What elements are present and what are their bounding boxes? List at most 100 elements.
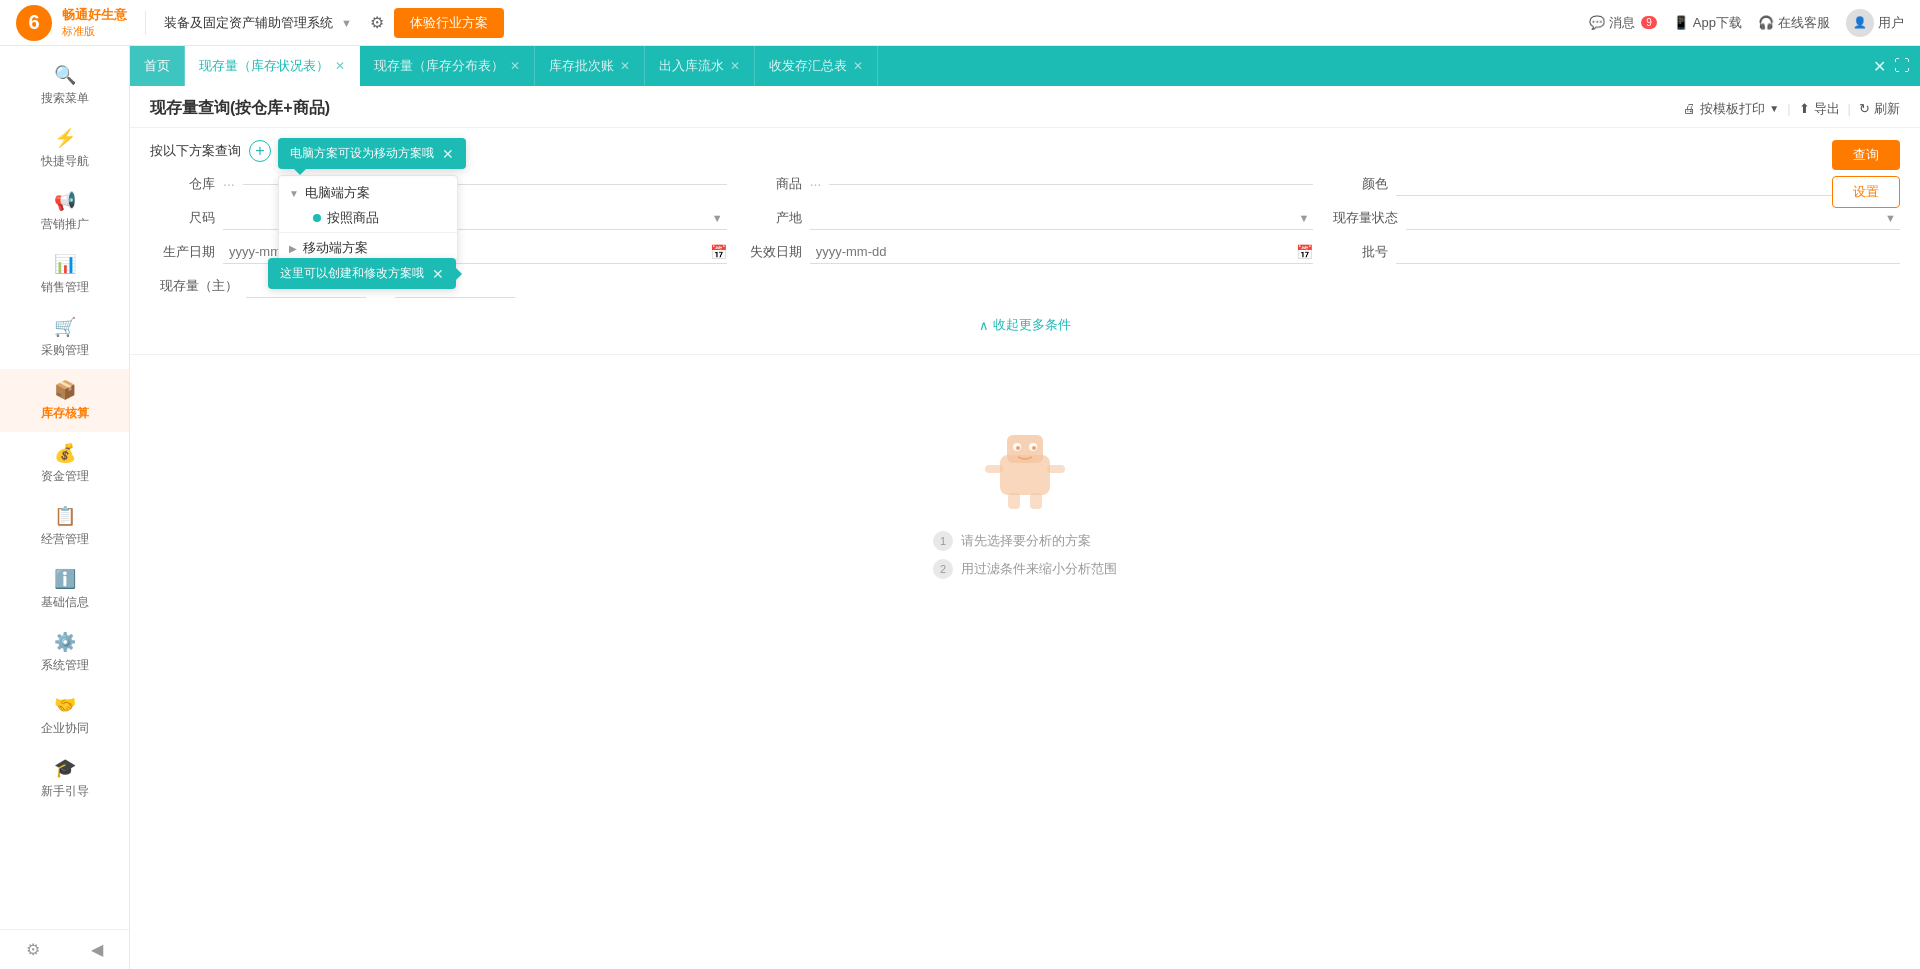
- system-selector[interactable]: 装备及固定资产辅助管理系统 ▼: [164, 14, 352, 32]
- filter-color: 颜色 ▼: [1333, 172, 1900, 196]
- marketing-icon: 📢: [54, 190, 76, 212]
- system-name: 装备及固定资产辅助管理系统: [164, 14, 333, 32]
- logo-name: 畅通好生意: [62, 7, 127, 24]
- warehouse-label: 仓库: [160, 175, 215, 193]
- inventory-icon: 📦: [54, 379, 76, 401]
- tooltip1-close[interactable]: ✕: [442, 146, 454, 162]
- scheme-divider: [279, 232, 457, 233]
- sidebar-item-quick-nav[interactable]: ⚡ 快捷导航: [0, 117, 129, 180]
- empty-step-1: 1 请先选择要分析的方案: [933, 531, 1117, 551]
- tab-batch-ledger-label: 库存批次账: [549, 57, 614, 75]
- tab-fullscreen-button[interactable]: ⛶: [1894, 57, 1910, 75]
- svg-point-5: [1032, 446, 1036, 450]
- sidebar-item-marketing[interactable]: 📢 营销推广: [0, 180, 129, 243]
- tab-inventory-dist[interactable]: 现存量（库存分布表） ✕: [360, 46, 535, 86]
- tab-batch-ledger-close[interactable]: ✕: [620, 59, 630, 73]
- tooltip2-text: 这里可以创建和修改方案哦: [280, 265, 424, 282]
- reset-button[interactable]: 设置: [1832, 176, 1900, 208]
- tooltip-create-scheme: 这里可以创建和修改方案哦 ✕: [268, 258, 456, 289]
- tab-in-out-flow-close[interactable]: ✕: [730, 59, 740, 73]
- sidebar-item-label-inventory: 库存核算: [41, 405, 89, 422]
- page-header: 现存量查询(按仓库+商品) 🖨 按模板打印 ▼ | ⬆ 导出 |: [130, 86, 1920, 128]
- stock-status-select[interactable]: [1406, 206, 1900, 229]
- print-dropdown-icon: ▼: [1769, 103, 1779, 114]
- settings-icon[interactable]: ⚙: [370, 13, 384, 32]
- sidebar-item-purchase[interactable]: 🛒 采购管理: [0, 306, 129, 369]
- search-buttons: 查询 设置: [1832, 140, 1900, 208]
- sidebar-item-finance[interactable]: 💰 资金管理: [0, 432, 129, 495]
- origin-select[interactable]: [810, 206, 1314, 229]
- message-label: 消息: [1609, 14, 1635, 32]
- online-support-button[interactable]: 🎧 在线客服: [1758, 14, 1830, 32]
- message-button[interactable]: 💬 消息 9: [1589, 14, 1657, 32]
- sidebar-item-sales[interactable]: 📊 销售管理: [0, 243, 129, 306]
- add-scheme-button[interactable]: +: [249, 140, 271, 162]
- user-menu[interactable]: 👤 用户: [1846, 9, 1904, 37]
- expire-date-label: 失效日期: [747, 243, 802, 261]
- system-dropdown-icon: ▼: [341, 17, 352, 29]
- action-divider2: |: [1848, 101, 1851, 116]
- prod-date-calendar-icon[interactable]: 📅: [710, 244, 727, 260]
- collapse-more-button[interactable]: ∧ 收起更多条件: [150, 308, 1900, 342]
- tab-in-out-flow[interactable]: 出入库流水 ✕: [645, 46, 755, 86]
- app-download-label: App下载: [1693, 14, 1742, 32]
- tab-inventory-status[interactable]: 现存量（库存状况表） ✕: [185, 46, 360, 86]
- export-label: 导出: [1814, 100, 1840, 118]
- tab-inventory-dist-close[interactable]: ✕: [510, 59, 520, 73]
- sidebar-settings-button[interactable]: ⚙: [26, 940, 40, 959]
- filter-batch: 批号: [1333, 240, 1900, 264]
- sidebar-item-enterprise[interactable]: 🤝 企业协同: [0, 684, 129, 747]
- search-button[interactable]: 查询: [1832, 140, 1900, 170]
- tab-batch-ledger[interactable]: 库存批次账 ✕: [535, 46, 645, 86]
- goods-label: 商品: [747, 175, 802, 193]
- sidebar-item-operations[interactable]: 📋 经营管理: [0, 495, 129, 558]
- tab-inventory-dist-label: 现存量（库存分布表）: [374, 57, 504, 75]
- finance-icon: 💰: [54, 442, 76, 464]
- color-select-wrap: ▼: [1396, 172, 1900, 196]
- trial-button[interactable]: 体验行业方案: [394, 8, 504, 38]
- print-button[interactable]: 🖨 按模板打印 ▼: [1683, 100, 1779, 118]
- main-layout: 🔍 搜索菜单 ⚡ 快捷导航 📢 营销推广 📊 销售管理 🛒 采购管理: [0, 46, 1920, 969]
- tab-bar-end: ✕ ⛶: [1863, 57, 1920, 76]
- refresh-icon: ↻: [1859, 101, 1870, 116]
- sidebar-item-basic-info[interactable]: ℹ️ 基础信息: [0, 558, 129, 621]
- action-divider1: |: [1787, 101, 1790, 116]
- tab-inventory-status-label: 现存量（库存状况表）: [199, 57, 329, 75]
- app-download-button[interactable]: 📱 App下载: [1673, 14, 1742, 32]
- sidebar-item-guide[interactable]: 🎓 新手引导: [0, 747, 129, 810]
- headset-icon: 🎧: [1758, 15, 1774, 30]
- export-button[interactable]: ⬆ 导出: [1799, 100, 1840, 118]
- sidebar-collapse-button[interactable]: ◀: [91, 940, 103, 959]
- scheme-desktop-item-goods[interactable]: 按照商品: [303, 206, 457, 230]
- scheme-desktop-header[interactable]: ▼ 电脑端方案: [279, 180, 457, 206]
- svg-point-4: [1016, 446, 1020, 450]
- sidebar-item-inventory[interactable]: 📦 库存核算: [0, 369, 129, 432]
- tab-recv-summary[interactable]: 收发存汇总表 ✕: [755, 46, 878, 86]
- selected-scheme-dot: [313, 214, 321, 222]
- sidebar: 🔍 搜索菜单 ⚡ 快捷导航 📢 营销推广 📊 销售管理 🛒 采购管理: [0, 46, 130, 969]
- scheme-panel: ▼ 电脑端方案 按照商品: [278, 175, 458, 262]
- expire-date-calendar-icon[interactable]: 📅: [1296, 244, 1313, 260]
- sidebar-item-label-finance: 资金管理: [41, 468, 89, 485]
- expire-date-input[interactable]: [810, 240, 1297, 263]
- color-select[interactable]: [1396, 172, 1900, 195]
- batch-input[interactable]: [1396, 240, 1900, 264]
- expire-date-wrap: 📅: [810, 240, 1314, 264]
- online-support-label: 在线客服: [1778, 14, 1830, 32]
- tab-recv-summary-close[interactable]: ✕: [853, 59, 863, 73]
- goods-dots[interactable]: ···: [810, 176, 822, 192]
- svg-rect-9: [1030, 493, 1042, 509]
- tab-inventory-status-close[interactable]: ✕: [335, 59, 345, 73]
- tooltip2-close[interactable]: ✕: [432, 266, 444, 282]
- filter-origin: 产地 ▼: [747, 206, 1314, 230]
- sidebar-item-system[interactable]: ⚙️ 系统管理: [0, 621, 129, 684]
- sidebar-item-search[interactable]: 🔍 搜索菜单: [0, 54, 129, 117]
- tab-home[interactable]: 首页: [130, 46, 185, 86]
- color-label: 颜色: [1333, 175, 1388, 193]
- scheme-panel-container: 电脑方案可设为移动方案哦 ✕ ▼ 电脑端方案: [278, 138, 466, 262]
- refresh-button[interactable]: ↻ 刷新: [1859, 100, 1900, 118]
- divider: [145, 11, 146, 35]
- search-icon: 🔍: [54, 64, 76, 86]
- tab-close-all-button[interactable]: ✕: [1873, 57, 1886, 76]
- warehouse-dots[interactable]: ···: [223, 176, 235, 192]
